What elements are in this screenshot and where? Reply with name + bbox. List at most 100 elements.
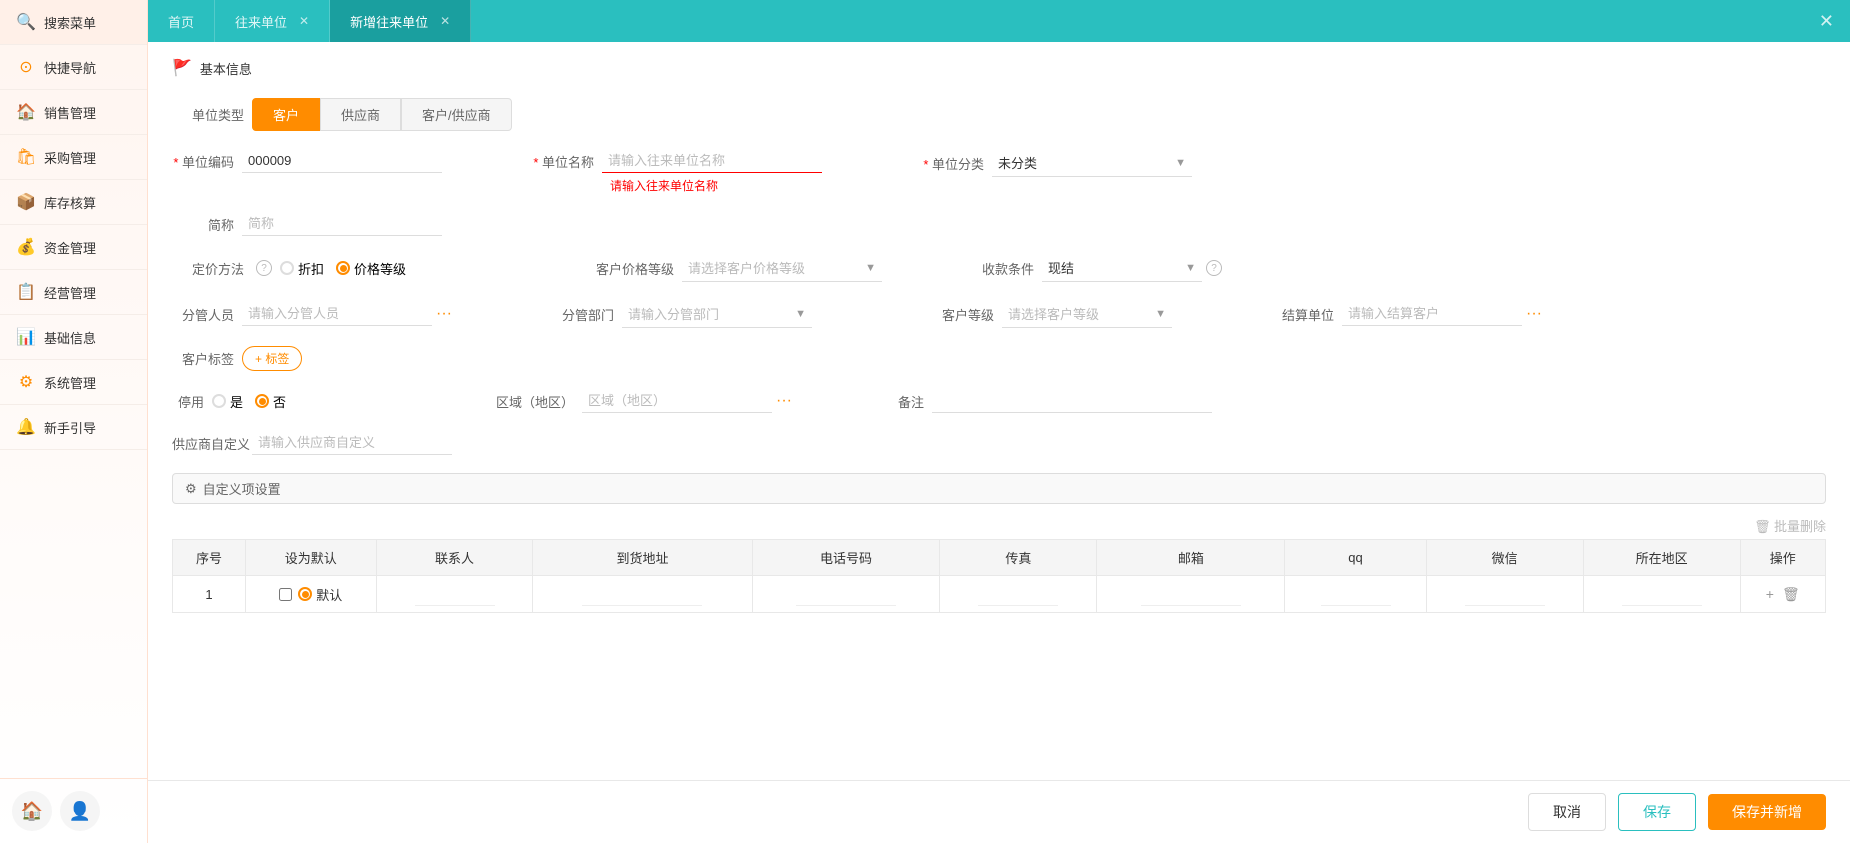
address-input[interactable]	[582, 582, 702, 606]
supplier-custom-input[interactable]	[252, 431, 452, 455]
unit-type-supplier[interactable]: 供应商	[320, 98, 401, 131]
chevron-down-icon: ▼	[1185, 262, 1196, 274]
col-wechat: 微信	[1426, 540, 1583, 576]
sidebar-item-guide[interactable]: 🔔 新手引导	[0, 405, 147, 450]
payment-info-icon[interactable]: ?	[1206, 260, 1222, 276]
search-icon: 🔍	[16, 12, 36, 32]
phone-input[interactable]	[796, 582, 896, 606]
contact-input[interactable]	[415, 582, 495, 606]
unit-name-label: 单位名称	[532, 152, 602, 171]
sidebar-item-label: 经营管理	[44, 283, 96, 302]
radio-disabled-no-circle	[255, 394, 269, 408]
tab-partner-close[interactable]: ✕	[299, 14, 309, 28]
disabled-label: 停用	[172, 392, 212, 411]
unit-type-customer[interactable]: 客户	[252, 98, 320, 131]
cell-phone	[752, 576, 940, 613]
dept-select[interactable]: 请输入分管部门 ▼	[622, 300, 812, 328]
settlement-unit-input[interactable]	[1342, 302, 1522, 326]
row-region-input[interactable]	[1622, 582, 1702, 606]
guide-icon: 🔔	[16, 417, 36, 437]
chevron-down-icon: ▼	[1175, 157, 1186, 169]
cell-wechat	[1426, 576, 1583, 613]
dept-placeholder: 请输入分管部门	[628, 304, 719, 323]
save-new-button[interactable]: 保存并新增	[1708, 794, 1826, 830]
customer-price-level-select[interactable]: 请选择客户价格等级 ▼	[682, 254, 882, 282]
sidebar-item-label: 快捷导航	[44, 58, 96, 77]
manager-row: 分管人员 ··· 分管部门 请输入分管部门 ▼ 客户等级 请选择客户等级 ▼	[172, 300, 1826, 328]
user-button[interactable]: 👤	[60, 791, 100, 831]
qq-input[interactable]	[1321, 582, 1391, 606]
add-row-icon[interactable]: +	[1766, 586, 1774, 602]
short-name-input[interactable]	[242, 212, 442, 236]
unit-type-row: 单位类型 客户 供应商 客户/供应商	[172, 98, 1826, 131]
region-input[interactable]	[582, 389, 772, 413]
fax-input[interactable]	[978, 582, 1058, 606]
unit-type-both[interactable]: 客户/供应商	[401, 98, 512, 131]
sidebar-item-finance[interactable]: 💰 资金管理	[0, 225, 147, 270]
radio-price-level-label: 价格等级	[354, 259, 406, 278]
sidebar-item-system[interactable]: ⚙ 系统管理	[0, 360, 147, 405]
delete-row-icon[interactable]: 🗑	[1782, 586, 1800, 603]
region-label: 区域（地区）	[492, 392, 582, 411]
operations-icon: 📋	[16, 282, 36, 302]
pricing-info-icon[interactable]: ?	[256, 260, 272, 276]
home-button[interactable]: 🏠	[12, 791, 52, 831]
radio-disabled-no[interactable]: 否	[255, 392, 286, 411]
customer-level-label: 客户等级	[932, 305, 1002, 324]
dept-label: 分管部门	[552, 305, 622, 324]
add-tag-button[interactable]: + 标签	[242, 346, 302, 371]
col-address: 到货地址	[533, 540, 752, 576]
tab-home-label: 首页	[168, 12, 194, 31]
radio-price-level-circle	[336, 261, 350, 275]
tab-home[interactable]: 首页	[148, 0, 215, 42]
wechat-input[interactable]	[1465, 582, 1545, 606]
radio-price-level[interactable]: 价格等级	[336, 259, 406, 278]
disabled-region-row: 停用 是 否 区域（地区） ···	[172, 389, 1826, 413]
batch-delete-button[interactable]: 🗑 批量删除	[172, 516, 1826, 535]
default-radio[interactable]: 默认	[298, 585, 342, 604]
save-button[interactable]: 保存	[1618, 793, 1696, 831]
inventory-icon: 📦	[16, 192, 36, 212]
radio-discount-label: 折扣	[298, 259, 324, 278]
cell-email	[1097, 576, 1285, 613]
payment-terms-value: 现结	[1048, 258, 1074, 277]
radio-disabled-no-label: 否	[273, 392, 286, 411]
manager-ellipsis[interactable]: ···	[432, 305, 456, 323]
cell-address	[533, 576, 752, 613]
radio-disabled-yes[interactable]: 是	[212, 392, 243, 411]
sidebar-item-label: 搜索菜单	[44, 13, 96, 32]
sidebar-item-inventory[interactable]: 📦 库存核算	[0, 180, 147, 225]
email-input[interactable]	[1141, 582, 1241, 606]
cancel-button[interactable]: 取消	[1528, 793, 1606, 831]
customer-level-select[interactable]: 请选择客户等级 ▼	[1002, 300, 1172, 328]
unit-category-select[interactable]: 未分类 ▼	[992, 149, 1192, 177]
tab-bar: 首页 往来单位 ✕ 新增往来单位 ✕ ✕	[148, 0, 1850, 42]
tab-new-partner[interactable]: 新增往来单位 ✕	[330, 0, 471, 42]
custom-settings-button[interactable]: ⚙ 自定义项设置	[172, 473, 1826, 504]
sidebar-item-operations[interactable]: 📋 经营管理	[0, 270, 147, 315]
remark-input[interactable]	[932, 389, 1212, 413]
sidebar-item-quick-nav[interactable]: ⊙ 快捷导航	[0, 45, 147, 90]
manager-input[interactable]	[242, 302, 432, 326]
settlement-ellipsis[interactable]: ···	[1522, 305, 1546, 323]
radio-discount[interactable]: 折扣	[280, 259, 324, 278]
sidebar-item-basic[interactable]: 📊 基础信息	[0, 315, 147, 360]
sidebar-item-sales[interactable]: 🏠 销售管理	[0, 90, 147, 135]
tab-bar-close[interactable]: ✕	[1819, 11, 1850, 32]
unit-name-error: 请输入往来单位名称	[610, 179, 718, 193]
unit-code-input[interactable]	[242, 149, 442, 173]
sales-icon: 🏠	[16, 102, 36, 122]
sidebar-item-purchase[interactable]: 🛍 采购管理	[0, 135, 147, 180]
custom-settings-label: 自定义项设置	[203, 479, 281, 498]
unit-name-input[interactable]	[602, 149, 822, 173]
row-checkbox[interactable]	[279, 588, 292, 601]
region-ellipsis[interactable]: ···	[772, 392, 796, 410]
main-area: 首页 往来单位 ✕ 新增往来单位 ✕ ✕ 🚩 基本信息 单位类型 客户 供应商 …	[148, 0, 1850, 843]
pricing-method-label: 定价方法	[172, 259, 252, 278]
sidebar-item-label: 销售管理	[44, 103, 96, 122]
sidebar-item-search[interactable]: 🔍 搜索菜单	[0, 0, 147, 45]
payment-terms-select[interactable]: 现结 ▼	[1042, 254, 1202, 282]
tab-partner[interactable]: 往来单位 ✕	[215, 0, 330, 42]
tab-new-partner-label: 新增往来单位	[350, 12, 428, 31]
tab-new-partner-close[interactable]: ✕	[440, 14, 450, 28]
